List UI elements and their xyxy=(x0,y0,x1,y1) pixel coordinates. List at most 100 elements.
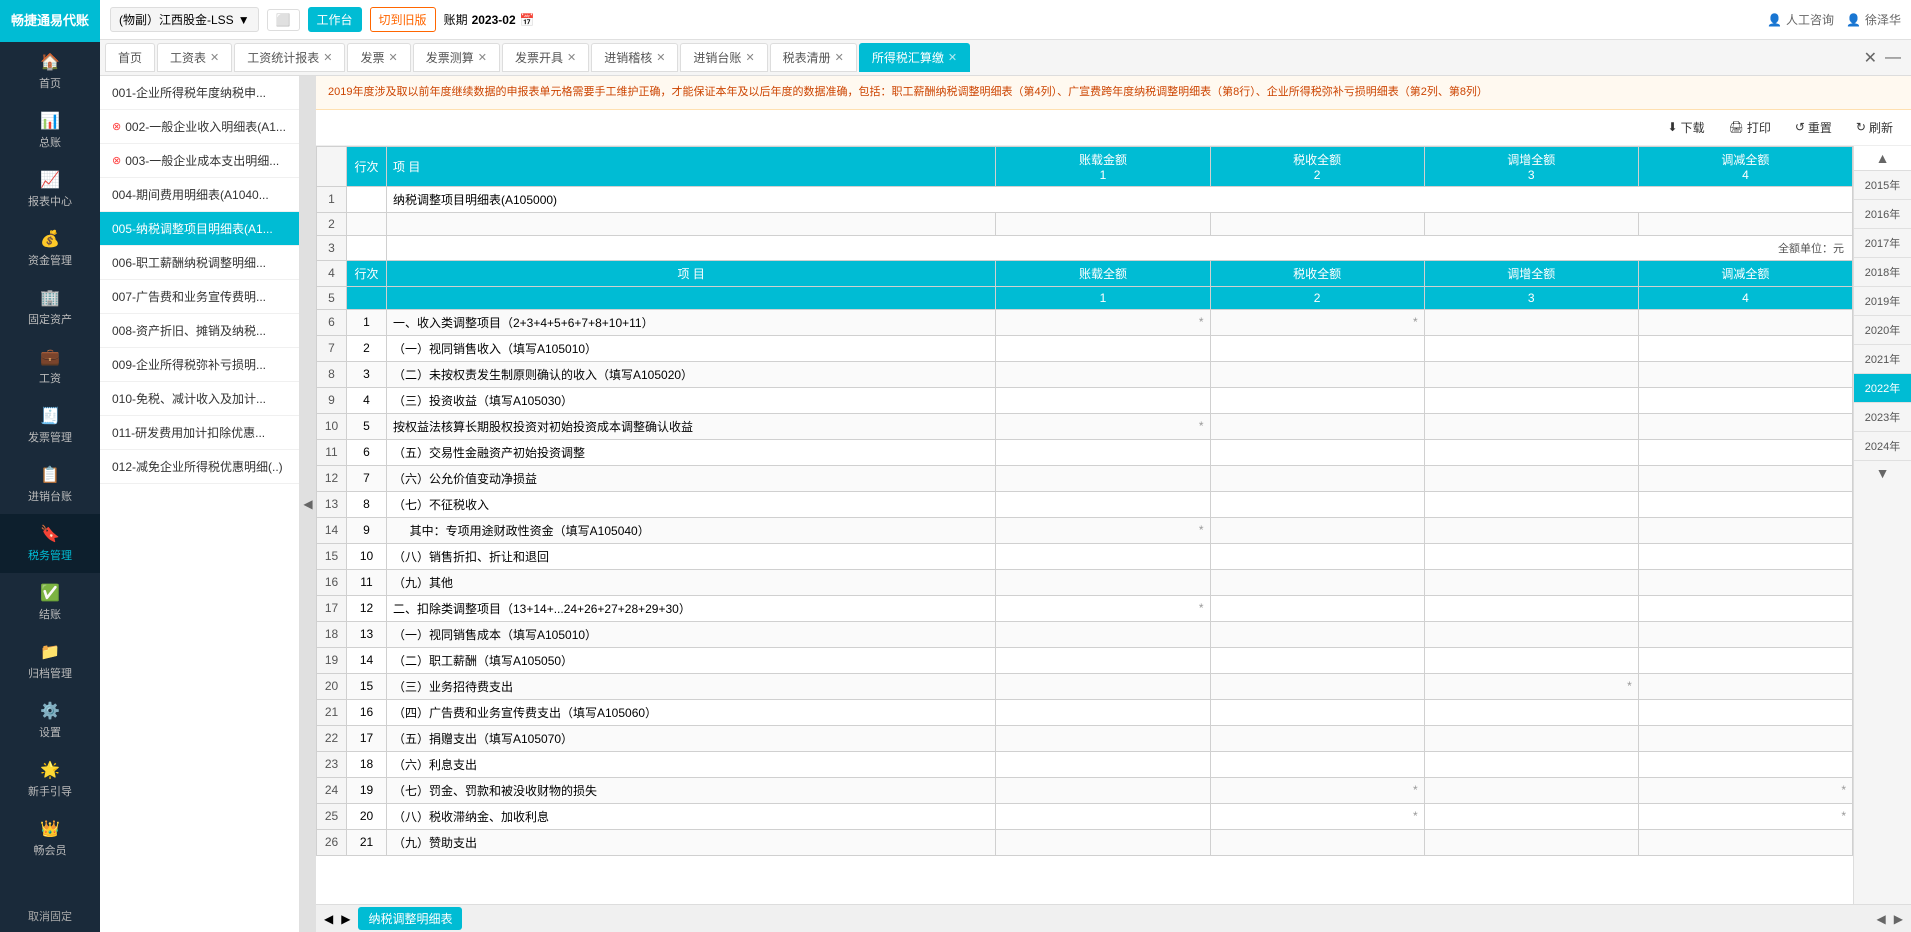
table-row: 6 1 一、收入类调整项目（2+3+4+5+6+7+8+10+11） * * xyxy=(317,309,1853,335)
tab-purchase-ledger[interactable]: 进销台账✕ xyxy=(680,43,767,72)
hang-header: 行次 xyxy=(347,146,387,186)
year-2020[interactable]: 2020年 xyxy=(1854,316,1911,345)
table-row: 11 6 （五）交易性金融资产初始投资调整 xyxy=(317,439,1853,465)
collapse-panel-button[interactable]: ◀ xyxy=(300,76,316,932)
tab-home[interactable]: 首页 xyxy=(105,43,155,72)
sheet-nav-left[interactable]: ◀ xyxy=(324,912,333,926)
unpin-button[interactable]: 取消固定 xyxy=(0,900,100,932)
copy-button[interactable]: ⬜ xyxy=(267,9,300,31)
tab-purchase-audit[interactable]: 进销稽核✕ xyxy=(591,43,678,72)
user-avatar: 👤 xyxy=(1846,13,1861,27)
refresh-button[interactable]: ↻ 刷新 xyxy=(1850,116,1899,139)
sidebar-item-report[interactable]: 📈 报表中心 xyxy=(0,160,100,219)
left-item-007[interactable]: 007-广告费和业务宣传费明... xyxy=(100,280,299,314)
year-2019[interactable]: 2019年 xyxy=(1854,287,1911,316)
left-item-003[interactable]: ⊗ 003-一般企业成本支出明细... xyxy=(100,144,299,178)
close-tab-salary-report[interactable]: ✕ xyxy=(323,51,332,64)
table-row: 18 13 （一）视同销售成本（填写A105010） xyxy=(317,621,1853,647)
year-2022[interactable]: 2022年 xyxy=(1854,374,1911,403)
year-2018[interactable]: 2018年 xyxy=(1854,258,1911,287)
close-tab-purchase-audit[interactable]: ✕ xyxy=(656,51,665,64)
table-row: 23 18 （六）利息支出 xyxy=(317,751,1853,777)
worktable-button[interactable]: 工作台 xyxy=(308,7,362,32)
year-2017[interactable]: 2017年 xyxy=(1854,229,1911,258)
tab-salary[interactable]: 工资表✕ xyxy=(157,43,232,72)
ledger-icon: 📊 xyxy=(40,111,60,131)
bottom-tab-adjust[interactable]: 纳税调整明细表 xyxy=(358,907,462,930)
year-2021[interactable]: 2021年 xyxy=(1854,345,1911,374)
table-row: 19 14 （二）职工薪酬（填写A105050） xyxy=(317,647,1853,673)
left-item-004[interactable]: 004-期间费用明细表(A1040... xyxy=(100,178,299,212)
old-version-button[interactable]: 切到旧版 xyxy=(370,7,436,32)
company-selector[interactable]: (物副）江西股金-LSS ▼ xyxy=(110,7,259,32)
scroll-left-icon[interactable]: ◀ xyxy=(1877,912,1886,926)
year-2015[interactable]: 2015年 xyxy=(1854,171,1911,200)
sidebar-item-home[interactable]: 🏠 首页 xyxy=(0,42,100,101)
sidebar-item-settings[interactable]: ⚙️ 设置 xyxy=(0,691,100,750)
sheet-wrapper: 行次 项 目 账载金额1 税收全额2 调增全额3 调减全额4 1 xyxy=(316,146,1911,905)
left-item-008[interactable]: 008-资产折旧、摊销及纳税... xyxy=(100,314,299,348)
left-item-002[interactable]: ⊗ 002-一般企业收入明细表(A1... xyxy=(100,110,299,144)
tab-invoice-open[interactable]: 发票开具✕ xyxy=(502,43,589,72)
sidebar-item-invoice[interactable]: 🧾 发票管理 xyxy=(0,396,100,455)
right-panel: 2019年度涉及取以前年度继续数据的申报表单元格需要手工维护正确，才能保证本年及… xyxy=(316,76,1911,932)
sheet-container[interactable]: 行次 项 目 账载金额1 税收全额2 调增全额3 调减全额4 1 xyxy=(316,146,1853,905)
left-item-005[interactable]: 005-纳税调整项目明细表(A1... xyxy=(100,212,299,246)
left-item-011[interactable]: 011-研发费用加计扣除优惠... xyxy=(100,416,299,450)
year-2016[interactable]: 2016年 xyxy=(1854,200,1911,229)
sidebar-item-ledger[interactable]: 📊 总账 xyxy=(0,101,100,160)
consult-button[interactable]: 👤 人工咨询 xyxy=(1767,11,1834,28)
left-item-010[interactable]: 010-免税、减计收入及加计... xyxy=(100,382,299,416)
table-row: 12 7 （六）公允价值变动净损益 xyxy=(317,465,1853,491)
close-all-tabs[interactable]: ✕ — xyxy=(1859,48,1906,68)
close-accounts-icon: ✅ xyxy=(40,583,60,603)
close-tab-purchase-ledger[interactable]: ✕ xyxy=(745,51,754,64)
invoice-icon: 🧾 xyxy=(40,406,60,426)
calendar-icon[interactable]: 📅 xyxy=(520,13,535,27)
year-2024[interactable]: 2024年 xyxy=(1854,432,1911,461)
table-row: 15 10 （八）销售折扣、折让和退回 xyxy=(317,543,1853,569)
sidebar-item-fund[interactable]: 💰 资金管理 xyxy=(0,219,100,278)
sidebar-item-purchase[interactable]: 📋 进销台账 xyxy=(0,455,100,514)
fund-icon: 💰 xyxy=(40,229,60,249)
download-button[interactable]: ⬇ 下载 xyxy=(1662,116,1711,139)
topbar-right: 👤 人工咨询 👤 徐泽华 xyxy=(1767,11,1901,28)
tab-invoice[interactable]: 发票✕ xyxy=(347,43,410,72)
sidebar-item-member[interactable]: 👑 畅会员 xyxy=(0,809,100,868)
sidebar-item-archive[interactable]: 📁 归档管理 xyxy=(0,632,100,691)
table-row: 7 2 （一）视同销售收入（填写A105010） xyxy=(317,335,1853,361)
table-row: 13 8 （七）不征税收入 xyxy=(317,491,1853,517)
sidebar-item-fixed-asset[interactable]: 🏢 固定资产 xyxy=(0,278,100,337)
reset-button[interactable]: ↺ 重置 xyxy=(1789,116,1838,139)
sheet-nav-right[interactable]: ▶ xyxy=(341,912,350,926)
close-tab-income-tax[interactable]: ✕ xyxy=(948,51,957,64)
left-item-006[interactable]: 006-职工薪酬纳税调整明细... xyxy=(100,246,299,280)
tab-invoice-calc[interactable]: 发票测算✕ xyxy=(413,43,500,72)
tab-income-tax[interactable]: 所得税汇算缴✕ xyxy=(859,43,970,72)
col3-header: 调增全额3 xyxy=(1424,146,1638,186)
print-button[interactable]: 🖨 打印 xyxy=(1723,116,1777,139)
close-tab-invoice[interactable]: ✕ xyxy=(389,51,398,64)
left-item-012[interactable]: 012-减免企业所得税优惠明细(..) xyxy=(100,450,299,484)
download-icon: ⬇ xyxy=(1668,120,1678,134)
year-2023[interactable]: 2023年 xyxy=(1854,403,1911,432)
close-tab-tax-list[interactable]: ✕ xyxy=(835,51,844,64)
left-item-001[interactable]: 001-企业所得税年度纳税申... xyxy=(100,76,299,110)
tab-tax-list[interactable]: 税表清册✕ xyxy=(770,43,857,72)
year-scroll-up[interactable]: ▲ xyxy=(1854,146,1911,171)
user-menu[interactable]: 👤 徐泽华 xyxy=(1846,11,1901,28)
close-tab-salary[interactable]: ✕ xyxy=(210,51,219,64)
sidebar-item-close[interactable]: ✅ 结账 xyxy=(0,573,100,632)
alert-bar: 2019年度涉及取以前年度继续数据的申报表单元格需要手工维护正确，才能保证本年及… xyxy=(316,76,1911,110)
sidebar-item-salary[interactable]: 💼 工资 xyxy=(0,337,100,396)
sidebar-item-guide[interactable]: 🌟 新手引导 xyxy=(0,750,100,809)
close-tab-invoice-calc[interactable]: ✕ xyxy=(478,51,487,64)
sidebar-item-tax[interactable]: 🔖 税务管理 xyxy=(0,514,100,573)
table-row: 14 9 其中：专项用途财政性资金（填写A105040） * xyxy=(317,517,1853,543)
close-tab-invoice-open[interactable]: ✕ xyxy=(567,51,576,64)
left-item-009[interactable]: 009-企业所得税弥补亏损明... xyxy=(100,348,299,382)
year-scroll-down[interactable]: ▼ xyxy=(1854,461,1911,485)
tab-salary-report[interactable]: 工资统计报表✕ xyxy=(234,43,345,72)
table-row-header: 4 行次 项 目 账载全额 税收全额 调增全额 调减全额 xyxy=(317,260,1853,286)
scroll-right-icon[interactable]: ▶ xyxy=(1894,912,1903,926)
